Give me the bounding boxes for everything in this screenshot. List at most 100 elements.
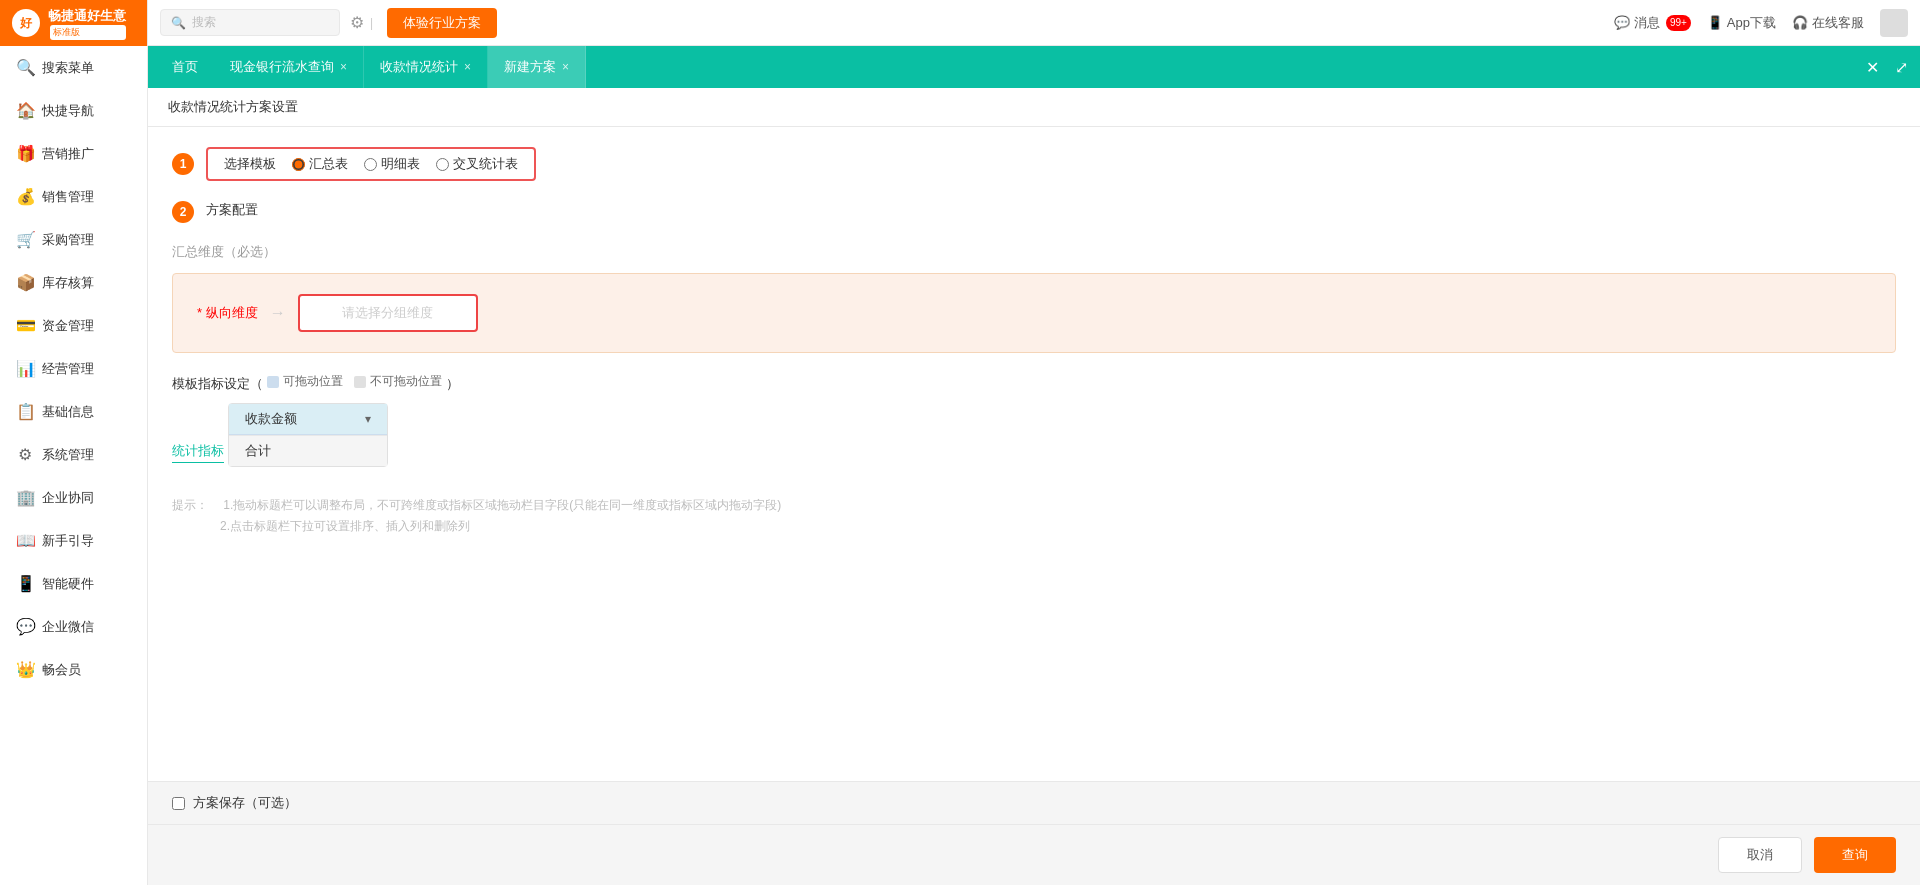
sidebar-item-inventory[interactable]: 📦 库存核算	[0, 261, 147, 304]
card-icon: 💳	[16, 316, 34, 335]
sidebar-item-smart-hw[interactable]: 📱 智能硬件	[0, 562, 147, 605]
legend-draggable-dot	[267, 376, 279, 388]
search-icon: 🔍	[16, 58, 34, 77]
tab-bank-flow-label: 现金银行流水查询	[230, 58, 334, 76]
tab-new-plan[interactable]: 新建方案 ×	[488, 46, 586, 88]
dimension-placeholder[interactable]: 请选择分组维度	[298, 294, 478, 332]
tab-new-plan-label: 新建方案	[504, 58, 556, 76]
form-area: 1 选择模板 汇总表 明细表 交叉统	[148, 127, 1920, 781]
search-box-icon: 🔍	[171, 16, 186, 30]
sidebar-item-enterprise[interactable]: 🏢 企业协同	[0, 476, 147, 519]
tab-home[interactable]: 首页	[156, 46, 214, 88]
headset-icon: 🎧	[1792, 15, 1808, 30]
crown-icon: 👑	[16, 660, 34, 679]
sidebar-item-beginner[interactable]: 📖 新手引导	[0, 519, 147, 562]
radio-cross[interactable]: 交叉统计表	[436, 155, 518, 173]
dimension-box: 纵向维度 → 请选择分组维度	[172, 273, 1896, 353]
page-title: 收款情况统计方案设置	[168, 98, 1900, 126]
page-title-bar: 收款情况统计方案设置	[148, 88, 1920, 127]
sidebar-item-label: 企业协同	[42, 489, 94, 507]
cancel-button[interactable]: 取消	[1718, 837, 1802, 873]
sidebar-item-quick-nav[interactable]: 🏠 快捷导航	[0, 89, 147, 132]
template-section: 选择模板 汇总表 明细表 交叉统计表	[206, 147, 536, 181]
sidebar: 好 畅捷通好生意 标准版 🔍 搜索菜单 🏠 快捷导航 🎁 营销推广 💰 销售管理…	[0, 0, 148, 885]
sidebar-item-label: 营销推广	[42, 145, 94, 163]
user-avatar[interactable]	[1880, 9, 1908, 37]
sidebar-item-marketing[interactable]: 🎁 营销推广	[0, 132, 147, 175]
sidebar-item-basic-info[interactable]: 📋 基础信息	[0, 390, 147, 433]
sidebar-item-label: 销售管理	[42, 188, 94, 206]
indicator-section-label: 统计指标	[172, 442, 224, 463]
sidebar-item-wechat[interactable]: 💬 企业微信	[0, 605, 147, 648]
dimension-group-label: 汇总维度（必选）	[172, 243, 1896, 261]
sidebar-item-label: 基础信息	[42, 403, 94, 421]
download-item[interactable]: 📱 App下载	[1707, 14, 1776, 32]
sidebar-item-system[interactable]: ⚙ 系统管理	[0, 433, 147, 476]
sidebar-item-label: 采购管理	[42, 231, 94, 249]
list-icon: 📋	[16, 402, 34, 421]
save-label: 方案保存（可选）	[193, 794, 297, 812]
gift-icon: 🎁	[16, 144, 34, 163]
sidebar-item-search-menu[interactable]: 🔍 搜索菜单	[0, 46, 147, 89]
sidebar-item-label: 系统管理	[42, 446, 94, 464]
download-icon: 📱	[1707, 15, 1723, 30]
logo-text: 畅捷通好生意	[48, 7, 126, 25]
book-icon: 📖	[16, 531, 34, 550]
message-item[interactable]: 💬 消息 99+	[1614, 14, 1691, 32]
trial-btn[interactable]: 体验行业方案	[387, 8, 497, 38]
service-item[interactable]: 🎧 在线客服	[1792, 14, 1864, 32]
radio-detail-input[interactable]	[364, 158, 377, 171]
message-icon: 💬	[1614, 15, 1630, 30]
search-box[interactable]: 🔍 搜索	[160, 9, 340, 36]
query-button[interactable]: 查询	[1814, 837, 1896, 873]
phone-icon: 📱	[16, 574, 34, 593]
indicator-table-header[interactable]: 收款金额 ▾	[229, 404, 387, 435]
section1-row: 1 选择模板 汇总表 明细表 交叉统	[172, 147, 1896, 181]
indicator-settings-header: 模板指标设定（ 可拖动位置 不可拖动位置 ）	[172, 373, 1896, 393]
footer: 取消 查询	[148, 824, 1920, 885]
cart-icon: 🛒	[16, 230, 34, 249]
message-label: 消息	[1634, 14, 1660, 32]
sidebar-logo: 好 畅捷通好生意 标准版	[0, 0, 147, 46]
tab-collection-stats-close[interactable]: ×	[464, 60, 471, 74]
sidebar-item-label: 资金管理	[42, 317, 94, 335]
hint-text: 提示： 1.拖动标题栏可以调整布局，不可跨维度或指标区域拖动栏目字段(只能在同一…	[172, 495, 1896, 538]
message-badge: 99+	[1666, 15, 1691, 31]
box-icon: 📦	[16, 273, 34, 292]
search-box-placeholder: 搜索	[192, 14, 216, 31]
logo-badge: 标准版	[50, 25, 126, 40]
radio-summary-input[interactable]	[292, 158, 305, 171]
settings-icon[interactable]: ⚙	[350, 13, 364, 32]
sidebar-item-operation[interactable]: 📊 经营管理	[0, 347, 147, 390]
radio-detail[interactable]: 明细表	[364, 155, 420, 173]
radio-detail-label: 明细表	[381, 155, 420, 173]
tab-bank-flow[interactable]: 现金银行流水查询 ×	[214, 46, 364, 88]
section2-number: 2	[172, 201, 194, 223]
main-area: 🔍 搜索 ⚙ | 体验行业方案 💬 消息 99+ 📱 App下载 🎧 在线客服 …	[148, 0, 1920, 885]
chat-icon: 💬	[16, 617, 34, 636]
section2-label: 方案配置	[206, 201, 258, 219]
sidebar-item-member[interactable]: 👑 畅会员	[0, 648, 147, 691]
tab-bank-flow-close[interactable]: ×	[340, 60, 347, 74]
save-checkbox[interactable]	[172, 797, 185, 810]
tab-collection-stats[interactable]: 收款情况统计 ×	[364, 46, 488, 88]
legend-draggable: 可拖动位置	[267, 373, 343, 390]
radio-summary[interactable]: 汇总表	[292, 155, 348, 173]
hint-line-2: 2.点击标题栏下拉可设置排序、插入列和删除列	[172, 516, 1896, 538]
sidebar-item-finance[interactable]: 💳 资金管理	[0, 304, 147, 347]
tab-maximize-btn[interactable]: ⤢	[1891, 54, 1912, 81]
chevron-down-icon[interactable]: ▾	[365, 412, 371, 426]
home-icon: 🏠	[16, 101, 34, 120]
radio-cross-label: 交叉统计表	[453, 155, 518, 173]
sidebar-item-sales[interactable]: 💰 销售管理	[0, 175, 147, 218]
legend-fixed: 不可拖动位置	[354, 373, 442, 390]
sidebar-item-label: 快捷导航	[42, 102, 94, 120]
legend-fixed-dot	[354, 376, 366, 388]
tab-close-btn[interactable]: ✕	[1862, 54, 1883, 81]
sidebar-item-purchase[interactable]: 🛒 采购管理	[0, 218, 147, 261]
tab-collection-stats-label: 收款情况统计	[380, 58, 458, 76]
radio-cross-input[interactable]	[436, 158, 449, 171]
sidebar-item-label: 智能硬件	[42, 575, 94, 593]
tab-new-plan-close[interactable]: ×	[562, 60, 569, 74]
indicator-header-text: 收款金额	[245, 410, 297, 428]
